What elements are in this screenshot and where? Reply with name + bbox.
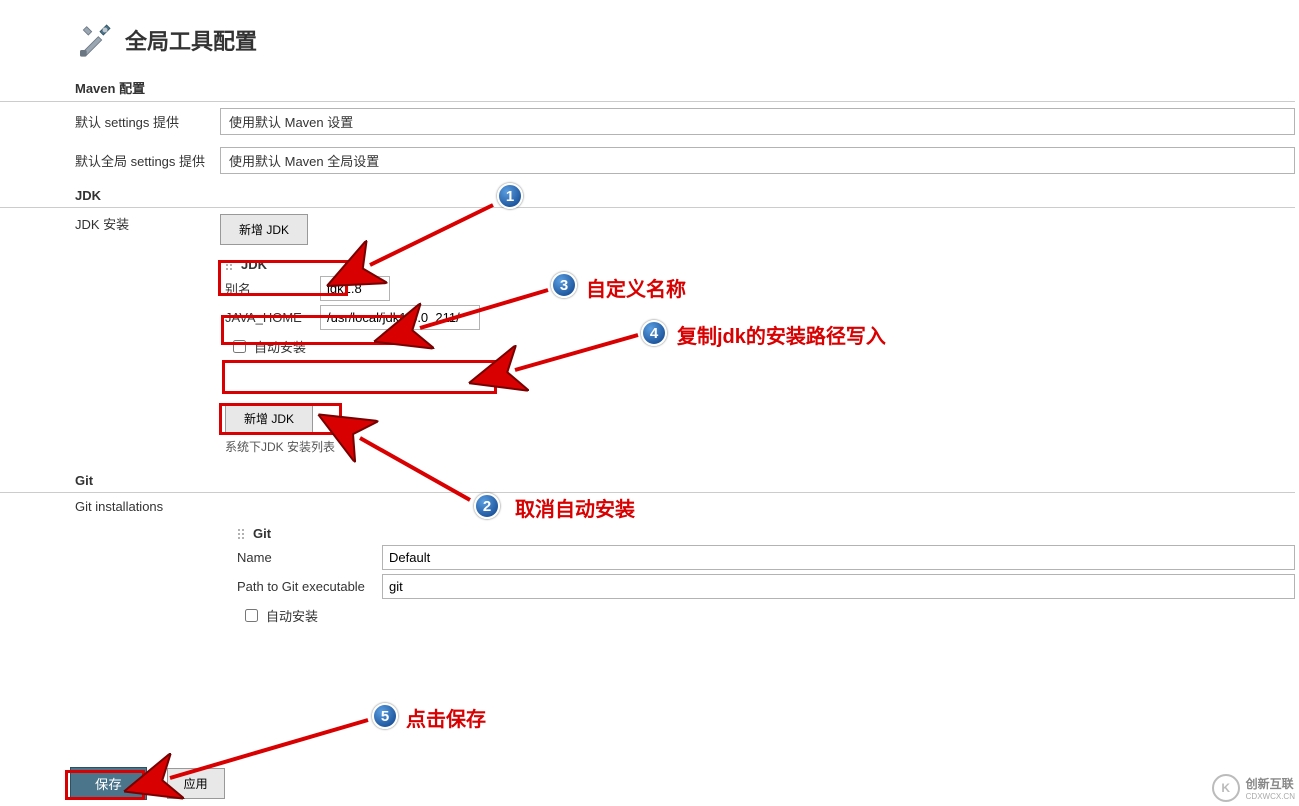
git-subheader[interactable]: Git: [237, 526, 1299, 541]
git-autoinstall-checkbox[interactable]: [245, 609, 258, 622]
git-name-label: Name: [237, 550, 382, 565]
save-button[interactable]: 保存: [70, 767, 147, 800]
settings-icon: [75, 20, 115, 60]
jdk-sub-title: JDK: [241, 257, 267, 272]
git-sub-title: Git: [253, 526, 271, 541]
section-jdk: JDK: [0, 180, 1295, 208]
page-title: 全局工具配置: [125, 24, 257, 56]
add-jdk-button-2[interactable]: 新增 JDK: [225, 403, 313, 434]
watermark-logo-icon: K: [1212, 774, 1240, 802]
section-git: Git: [0, 465, 1295, 493]
git-path-input[interactable]: [382, 574, 1295, 599]
jdk-install-label: JDK 安装: [75, 214, 220, 233]
git-install-label: Git installations: [75, 499, 235, 514]
git-name-input[interactable]: [382, 545, 1295, 570]
watermark: K 创新互联 CDXWCX.CN: [1212, 774, 1295, 802]
jdk-list-help: 系统下JDK 安装列表: [225, 438, 1299, 455]
watermark-brand: 创新互联: [1246, 775, 1295, 792]
jdk-autoinstall-label: 自动安装: [254, 337, 306, 356]
jdk-alias-input[interactable]: [320, 276, 390, 301]
drag-handle-icon[interactable]: [237, 528, 247, 540]
annotation-badge-5: 5: [372, 703, 398, 729]
jdk-subheader[interactable]: JDK: [225, 257, 1299, 272]
watermark-sub: CDXWCX.CN: [1246, 792, 1295, 801]
apply-button[interactable]: 应用: [167, 768, 225, 799]
drag-handle-icon[interactable]: [225, 259, 235, 271]
maven-settings-select[interactable]: [220, 108, 1295, 135]
maven-settings-label: 默认 settings 提供: [75, 112, 220, 131]
jdk-autoinstall-checkbox[interactable]: [233, 340, 246, 353]
maven-global-label: 默认全局 settings 提供: [75, 151, 220, 170]
git-autoinstall-label: 自动安装: [266, 606, 318, 625]
maven-global-select[interactable]: [220, 147, 1295, 174]
jdk-javahome-input[interactable]: [320, 305, 480, 330]
add-jdk-button[interactable]: 新增 JDK: [220, 214, 308, 245]
annotation-text: 点击保存: [406, 703, 486, 732]
section-maven: Maven 配置: [0, 70, 1295, 102]
git-path-label: Path to Git executable: [237, 579, 382, 594]
jdk-javahome-label: JAVA_HOME: [225, 310, 320, 325]
jdk-alias-label: 别名: [225, 279, 320, 298]
